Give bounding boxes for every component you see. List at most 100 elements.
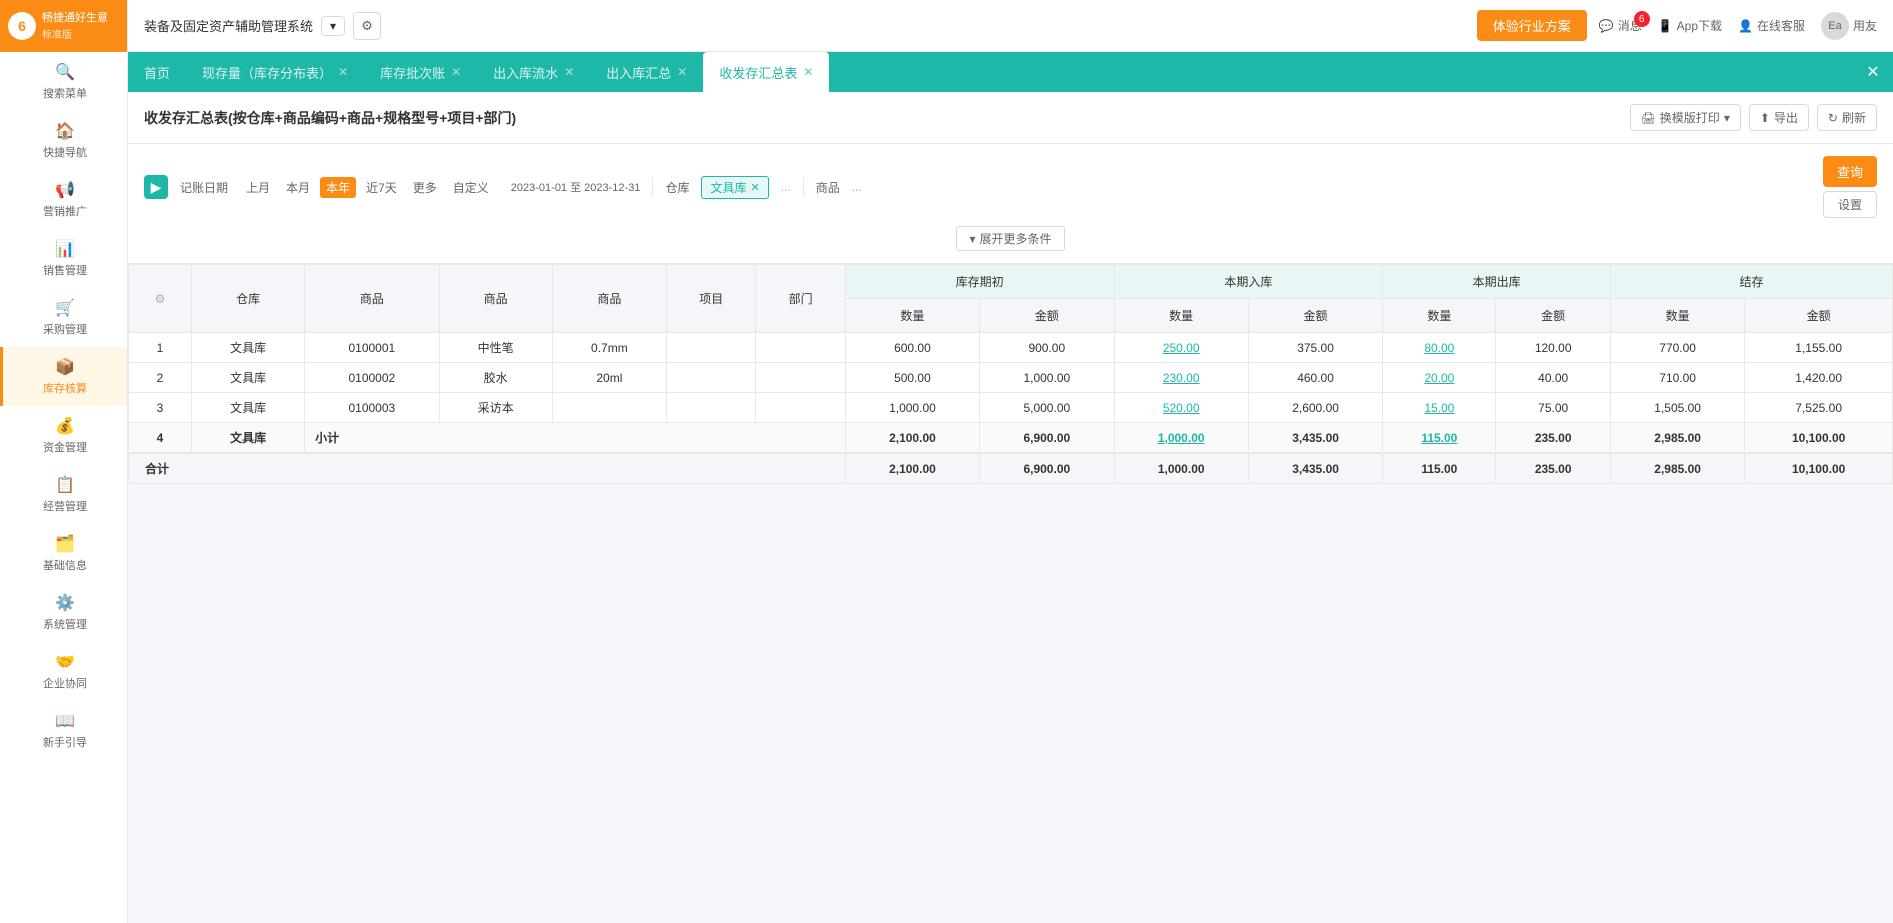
export-btn[interactable]: ⬆ 导出 xyxy=(1749,104,1809,131)
sidebar-item-inventory[interactable]: 📦 库存核算 xyxy=(0,347,127,406)
tab-close-inout-flow[interactable]: ✕ xyxy=(564,65,574,79)
tab-inout-flow[interactable]: 出入库流水✕ xyxy=(477,52,590,92)
shortcut-本月[interactable]: 本月 xyxy=(280,177,316,198)
topbar-right: 💬 消息 6 📱 App下载 👤 在线客服 Ea 用友 xyxy=(1599,12,1877,40)
row-product: 采访本 xyxy=(439,393,552,423)
warehouse-label: 仓库 xyxy=(665,179,689,196)
row-in-qty[interactable]: 520.00 xyxy=(1114,393,1248,423)
tab-inout-summary[interactable]: 出入库汇总 ✕ xyxy=(590,52,703,92)
template-print-btn[interactable]: 🖨 换模版打印 ▾ xyxy=(1630,104,1741,131)
col-header-product: 商品 xyxy=(439,265,552,333)
sidebar-item-sales[interactable]: 📊 销售管理 xyxy=(0,229,127,288)
total-bal-amt: 10,100.00 xyxy=(1745,453,1893,484)
filter-divider xyxy=(652,177,653,197)
row-in-amt: 2,600.00 xyxy=(1248,393,1382,423)
row-product: 中性笔 xyxy=(439,333,552,363)
shortcut-上月[interactable]: 上月 xyxy=(240,177,276,198)
template-icon: 🖨 xyxy=(1641,111,1656,125)
subtotal-seq: 4 xyxy=(129,423,192,454)
query-btn[interactable]: 查询 xyxy=(1823,156,1877,187)
tab-collect-summary[interactable]: 收发存汇总表✕ xyxy=(703,52,829,92)
row-open-amt: 1,000.00 xyxy=(980,363,1114,393)
sidebar-item-purchase[interactable]: 🛒 采购管理 xyxy=(0,288,127,347)
system-icon: ⚙️ xyxy=(55,593,75,613)
expand-more-label: 展开更多条件 xyxy=(980,230,1052,247)
shortcut-更多[interactable]: 更多 xyxy=(407,177,443,198)
tab-close-inventory-dist[interactable]: ✕ xyxy=(338,65,348,79)
filter-expand-btn[interactable]: ▶ xyxy=(144,175,168,199)
date-range: 2023-01-01 至 2023-12-31 xyxy=(511,179,641,195)
col-header-gear[interactable]: ⚙ xyxy=(129,265,192,333)
row-project xyxy=(667,393,756,423)
row-out-qty[interactable]: 80.00 xyxy=(1383,333,1496,363)
sidebar-item-search[interactable]: 🔍 搜索菜单 xyxy=(0,52,127,111)
phone-icon: 📱 xyxy=(1658,19,1673,33)
quick-nav-label: 快捷导航 xyxy=(43,144,87,160)
sidebar-item-marketing[interactable]: 📢 营销推广 xyxy=(0,170,127,229)
row-open-amt: 5,000.00 xyxy=(980,393,1114,423)
warehouse-tag-close-icon[interactable]: ✕ xyxy=(750,181,759,194)
date-shortcuts: 上月本月本年近7天更多自定义 xyxy=(240,177,495,198)
online-service-btn[interactable]: 👤 在线客服 xyxy=(1738,17,1805,34)
sidebar: 6 畅捷通好生意 标准版 🔍 搜索菜单 🏠 快捷导航 📢 营销推广 📊 销售管理… xyxy=(0,0,128,923)
operations-icon: 📋 xyxy=(55,475,75,495)
warehouse-more[interactable]: ... xyxy=(781,180,791,194)
product-more[interactable]: ... xyxy=(852,180,862,194)
guide-label: 新手引导 xyxy=(43,734,87,750)
sidebar-item-basics[interactable]: 🗂️ 基础信息 xyxy=(0,524,127,583)
tab-close-collect-summary[interactable]: ✕ xyxy=(803,65,813,79)
sidebar-item-guide[interactable]: 📖 新手引导 xyxy=(0,701,127,760)
operations-label: 经营管理 xyxy=(43,498,87,514)
chevron-down-icon: ▾ xyxy=(1724,111,1730,125)
sidebar-item-quick-nav[interactable]: 🏠 快捷导航 xyxy=(0,111,127,170)
expand-more-btn[interactable]: ▾ 展开更多条件 xyxy=(956,226,1064,251)
col-out-amt: 金额 xyxy=(1496,299,1611,333)
sidebar-item-operations[interactable]: 📋 经营管理 xyxy=(0,465,127,524)
row-open-amt: 900.00 xyxy=(980,333,1114,363)
sidebar-item-finance[interactable]: 💰 资金管理 xyxy=(0,406,127,465)
tabbar-close-btn[interactable]: ✕ xyxy=(1853,52,1893,92)
message-btn[interactable]: 💬 消息 6 xyxy=(1599,17,1642,34)
tab-label-inout-summary: 出入库汇总 xyxy=(606,63,671,82)
shortcut-本年[interactable]: 本年 xyxy=(320,177,356,198)
marketing-label: 营销推广 xyxy=(43,203,87,219)
tab-close-batch[interactable]: ✕ xyxy=(451,65,461,79)
row-bal-amt: 7,525.00 xyxy=(1745,393,1893,423)
filter-row-2: ▾ 展开更多条件 xyxy=(144,226,1877,251)
row-in-qty[interactable]: 230.00 xyxy=(1114,363,1248,393)
tab-inventory-dist[interactable]: 现存量（库存分布表）✕ xyxy=(186,52,364,92)
group-header-in: 本期入库 xyxy=(1114,265,1383,299)
tab-close-inout-summary[interactable]: ✕ xyxy=(677,65,687,79)
shortcut-自定义[interactable]: 自定义 xyxy=(447,177,495,198)
row-open-qty: 1,000.00 xyxy=(845,393,979,423)
row-seq: 1 xyxy=(129,333,192,363)
experience-btn[interactable]: 体验行业方案 xyxy=(1477,10,1587,41)
warehouse-tag[interactable]: 文具库 ✕ xyxy=(701,176,768,199)
gear-button[interactable]: ⚙ xyxy=(353,12,381,40)
row-in-qty[interactable]: 250.00 xyxy=(1114,333,1248,363)
sidebar-item-system[interactable]: ⚙️ 系统管理 xyxy=(0,583,127,642)
subtotal-out-qty[interactable]: 115.00 xyxy=(1383,423,1496,454)
col-open-amt: 金额 xyxy=(980,299,1114,333)
row-bal-amt: 1,155.00 xyxy=(1745,333,1893,363)
row-code: 0100003 xyxy=(305,393,439,423)
refresh-btn[interactable]: ↻ 刷新 xyxy=(1817,104,1877,131)
filter-settings-btn[interactable]: 设置 xyxy=(1823,191,1877,218)
tab-batch[interactable]: 库存批次账✕ xyxy=(364,52,477,92)
app-download-btn[interactable]: 📱 App下载 xyxy=(1658,17,1722,34)
total-open-amt: 6,900.00 xyxy=(980,453,1114,484)
shortcut-近7天[interactable]: 近7天 xyxy=(360,177,403,198)
tab-home[interactable]: 首页 xyxy=(128,52,186,92)
system-label: 系统管理 xyxy=(43,616,87,632)
row-warehouse: 文具库 xyxy=(192,363,305,393)
sidebar-item-enterprise[interactable]: 🤝 企业协同 xyxy=(0,642,127,701)
user-btn[interactable]: Ea 用友 xyxy=(1821,12,1877,40)
row-out-qty[interactable]: 15.00 xyxy=(1383,393,1496,423)
sales-label: 销售管理 xyxy=(43,262,87,278)
row-out-qty[interactable]: 20.00 xyxy=(1383,363,1496,393)
system-dropdown[interactable]: ▾ xyxy=(321,16,345,36)
subtotal-in-qty[interactable]: 1,000.00 xyxy=(1114,423,1248,454)
col-open-qty: 数量 xyxy=(845,299,979,333)
product-label: 商品 xyxy=(816,179,840,196)
table-row: 1 文具库 0100001 中性笔 0.7mm 600.00 900.00 25… xyxy=(129,333,1893,363)
